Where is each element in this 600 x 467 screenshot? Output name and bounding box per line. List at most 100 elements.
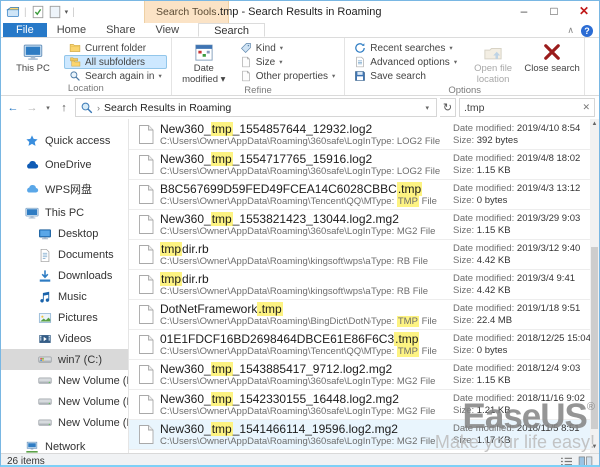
close-search-icon xyxy=(542,42,562,62)
search-input[interactable] xyxy=(464,101,580,114)
save-search-button[interactable]: Save search xyxy=(349,69,462,83)
sidebar-item-pictures[interactable]: Pictures xyxy=(1,307,128,328)
file-path: C:\Users\Owner\AppData\Roaming\360safe\L… xyxy=(160,436,371,447)
close-button[interactable]: ✕ xyxy=(569,1,599,23)
thumbnails-view-icon[interactable] xyxy=(578,456,593,465)
sidebar-item-this-pc[interactable]: This PC xyxy=(1,202,128,223)
other-properties-button[interactable]: Other properties ▾ xyxy=(235,69,341,83)
file-type: Type: TMP File xyxy=(371,196,437,207)
breadcrumb[interactable]: › Search Results in Roaming ▾ xyxy=(75,98,437,117)
sidebar-item-drive-d[interactable]: New Volume (D:) xyxy=(1,370,128,391)
date-value: 2018/11/16 9:02 xyxy=(516,393,585,404)
date-value: 2018/12/4 9:03 xyxy=(516,363,581,374)
file-row[interactable]: New360_tmp_1553821423_13044.log2.mg2 C:\U… xyxy=(129,210,590,240)
downloads-icon xyxy=(38,269,52,283)
file-meta: Date modified: 2019/4/10 8:54 Size: 392 b… xyxy=(453,123,591,147)
file-icon xyxy=(138,334,154,355)
tab-file[interactable]: File xyxy=(3,23,47,37)
maximize-button[interactable]: □ xyxy=(539,1,569,23)
tab-view[interactable]: View xyxy=(145,23,189,37)
sidebar-item-wps-drive[interactable]: WPS网盘 xyxy=(1,178,128,199)
close-search-button[interactable]: Close search xyxy=(524,40,580,85)
this-pc-button[interactable]: This PC xyxy=(5,40,61,83)
forward-icon[interactable]: → xyxy=(24,102,40,114)
file-row[interactable]: tmpdir.rb C:\Users\Owner\AppData\Roaming\… xyxy=(129,240,590,270)
breadcrumb-dropdown-icon[interactable]: ▾ xyxy=(422,104,432,112)
size-button[interactable]: Size ▾ xyxy=(235,55,341,69)
file-icon xyxy=(138,274,154,295)
file-name: tmpdir.rb xyxy=(160,242,209,256)
file-row[interactable]: New360_tmp_1554857644_12932.log2 C:\Users… xyxy=(129,120,590,150)
sidebar-item-videos[interactable]: Videos xyxy=(1,328,128,349)
file-meta: Date modified: 2019/4/3 13:12 Size: 0 byt… xyxy=(453,183,591,207)
file-row[interactable]: New360_tmp_1543885417_9712.log2.mg2 C:\Us… xyxy=(129,360,590,390)
file-name: New360_tmp_1554717765_15916.log2 xyxy=(160,152,373,166)
date-modified-button[interactable]: Date modified ▾ xyxy=(176,40,232,85)
tab-search[interactable]: Search xyxy=(198,23,265,37)
file-row[interactable]: B8C567699D59FED49FCEA14C6028CBBC.tmp C:\U… xyxy=(129,180,590,210)
kind-button[interactable]: Kind ▾ xyxy=(235,41,341,55)
size-value: 392 bytes xyxy=(476,135,518,146)
search-again-button[interactable]: Search again in ▾ xyxy=(64,69,167,83)
tab-home[interactable]: Home xyxy=(47,23,96,37)
sidebar-item-drive-f[interactable]: New Volume (F:) xyxy=(1,412,128,433)
file-row[interactable]: tmpdir.rb C:\Users\Owner\AppData\Roaming\… xyxy=(129,270,590,300)
date-value: 2019/4/8 18:02 xyxy=(516,153,581,164)
sidebar-item-drive-c[interactable]: win7 (C:) xyxy=(1,349,128,370)
breadcrumb-location[interactable]: Search Results in Roaming xyxy=(104,102,418,114)
sidebar-item-desktop[interactable]: Desktop xyxy=(1,223,128,244)
qat-newfolder-icon[interactable] xyxy=(48,5,62,19)
size-value: 1.15 KB xyxy=(476,225,511,236)
file-path: C:\Users\Owner\AppData\Roaming\kingsoft\… xyxy=(160,286,371,297)
details-view-icon[interactable] xyxy=(559,456,574,466)
documents-icon xyxy=(38,248,52,262)
recent-searches-button[interactable]: Recent searches ▾ xyxy=(349,41,462,55)
file-row[interactable]: DotNetFramework.tmp C:\Users\Owner\AppDat… xyxy=(129,300,590,330)
date-label: Date modified: xyxy=(453,303,517,314)
advanced-options-button[interactable]: Advanced options ▾ xyxy=(349,55,462,69)
sidebar-item-documents[interactable]: Documents xyxy=(1,244,128,265)
file-row[interactable]: New360_tmp_1554717765_15916.log2 C:\Users… xyxy=(129,150,590,180)
current-folder-button[interactable]: Current folder xyxy=(64,41,167,55)
open-file-location-button[interactable]: Open file location xyxy=(465,40,521,85)
qat-customize-icon[interactable]: ▾ xyxy=(65,8,69,16)
file-row[interactable]: 01E1FDCF16BD2698464DBCE61E86F6C3.tmp C:\U… xyxy=(129,330,591,360)
date-value: 2019/1/18 9:51 xyxy=(516,303,581,314)
ribbon-group-refine: Date modified ▾ Kind ▾ Size ▾ Other propertie… xyxy=(172,38,346,96)
back-icon[interactable]: ← xyxy=(5,102,21,114)
sidebar-item-network[interactable]: Network xyxy=(1,436,128,453)
qat-properties-icon[interactable] xyxy=(31,5,45,19)
sidebar-item-music[interactable]: Music xyxy=(1,286,128,307)
file-meta: Date modified: 2018/11/16 9:02 Size: 1.21… xyxy=(453,393,591,417)
sidebar-item-drive-e[interactable]: New Volume (E:) xyxy=(1,391,128,412)
history-dropdown-icon[interactable]: ▾ xyxy=(43,104,53,112)
file-row[interactable]: New360_tmp_1541466114_19596.log2.mg2 C:\U… xyxy=(129,420,590,450)
date-label: Date modified: xyxy=(453,153,517,164)
date-value: 2019/4/10 8:54 xyxy=(516,123,581,134)
scroll-down-icon[interactable]: ▼ xyxy=(590,442,599,453)
sidebar-item-quick-access[interactable]: Quick access xyxy=(1,130,128,151)
type-label: Type: xyxy=(371,196,397,207)
file-row[interactable]: New360_tmp_1542330155_16448.log2.mg2 C:\U… xyxy=(129,390,590,420)
all-subfolders-button[interactable]: All subfolders xyxy=(64,55,167,69)
music-icon xyxy=(38,290,52,304)
scrollbar[interactable]: ▲ ▼ xyxy=(590,119,599,453)
file-icon xyxy=(138,154,154,175)
size-value: 1.17 KB xyxy=(476,435,511,446)
computer-icon xyxy=(25,206,39,220)
minimize-button[interactable]: – xyxy=(509,1,539,23)
up-icon[interactable]: ↑ xyxy=(56,102,72,114)
tab-share[interactable]: Share xyxy=(96,23,145,37)
scroll-up-icon[interactable]: ▲ xyxy=(590,119,599,130)
refresh-icon[interactable]: ↻ xyxy=(440,98,456,117)
help-icon[interactable]: ? xyxy=(581,24,593,37)
sidebar-item-onedrive[interactable]: OneDrive xyxy=(1,154,128,175)
clear-search-icon[interactable]: ✕ xyxy=(579,102,590,113)
scroll-thumb[interactable] xyxy=(591,247,598,429)
file-icon xyxy=(138,304,154,325)
size-label: Size: xyxy=(453,375,477,386)
collapse-ribbon-icon[interactable]: ∧ xyxy=(567,25,574,36)
contextual-tab-search-tools[interactable]: Search Tools xyxy=(144,1,229,23)
file-type: Type: MG2 File xyxy=(371,376,436,387)
sidebar-item-downloads[interactable]: Downloads xyxy=(1,265,128,286)
